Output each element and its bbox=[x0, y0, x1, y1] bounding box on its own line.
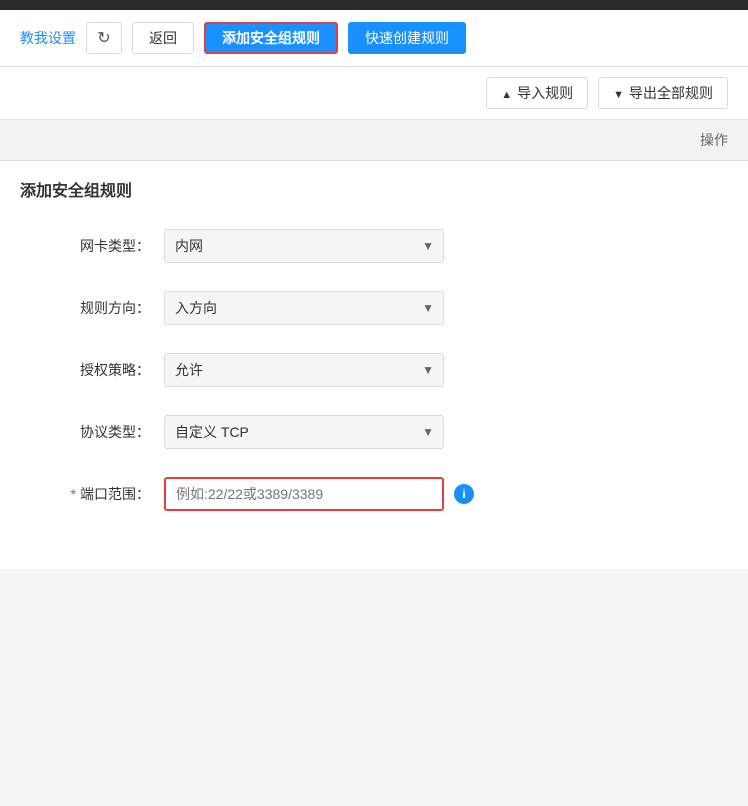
operation-column: 操作 bbox=[700, 130, 728, 150]
nic-type-select-wrapper: 内网 外网 ▼ bbox=[164, 229, 444, 263]
teach-link[interactable]: 教我设置 bbox=[20, 28, 76, 48]
auth-policy-row: 授权策略： 允许 拒绝 ▼ bbox=[20, 353, 728, 387]
protocol-type-select-wrapper: 自定义 TCP 自定义 UDP 全部 SSH(22) HTTP(80) HTTP… bbox=[164, 415, 444, 449]
import-rule-button[interactable]: 导入规则 bbox=[486, 77, 588, 109]
section-title: 添加安全组规则 bbox=[0, 161, 748, 209]
export-label: 导出全部规则 bbox=[629, 83, 713, 103]
rule-direction-row: 规则方向： 入方向 出方向 ▼ bbox=[20, 291, 728, 325]
port-range-row: 端口范围： i bbox=[20, 477, 728, 511]
export-rule-button[interactable]: 导出全部规则 bbox=[598, 77, 728, 109]
auth-policy-select-wrapper: 允许 拒绝 ▼ bbox=[164, 353, 444, 387]
import-icon bbox=[501, 85, 512, 101]
protocol-type-row: 协议类型： 自定义 TCP 自定义 UDP 全部 SSH(22) HTTP(80… bbox=[20, 415, 728, 449]
auth-policy-select[interactable]: 允许 拒绝 bbox=[164, 353, 444, 387]
protocol-type-select[interactable]: 自定义 TCP 自定义 UDP 全部 SSH(22) HTTP(80) HTTP… bbox=[164, 415, 444, 449]
sub-toolbar: 导入规则 导出全部规则 bbox=[0, 67, 748, 120]
back-button[interactable]: 返回 bbox=[132, 22, 194, 54]
auth-policy-label: 授权策略： bbox=[60, 360, 150, 380]
refresh-icon: ↻ bbox=[97, 28, 110, 48]
refresh-button[interactable]: ↻ bbox=[86, 22, 122, 54]
import-label: 导入规则 bbox=[517, 83, 573, 103]
export-icon bbox=[613, 85, 624, 101]
rule-direction-select[interactable]: 入方向 出方向 bbox=[164, 291, 444, 325]
info-icon-label: i bbox=[462, 487, 465, 501]
quick-create-button[interactable]: 快速创建规则 bbox=[348, 22, 466, 54]
port-range-input[interactable] bbox=[164, 477, 444, 511]
form-container: 网卡类型： 内网 外网 ▼ 规则方向： 入方向 出方向 ▼ 授权策略： 允许 拒… bbox=[0, 209, 748, 569]
table-header: 操作 bbox=[0, 120, 748, 161]
top-bar bbox=[0, 0, 748, 10]
protocol-type-label: 协议类型： bbox=[60, 422, 150, 442]
rule-direction-select-wrapper: 入方向 出方向 ▼ bbox=[164, 291, 444, 325]
nic-type-row: 网卡类型： 内网 外网 ▼ bbox=[20, 229, 728, 263]
rule-direction-label: 规则方向： bbox=[60, 298, 150, 318]
add-rule-button[interactable]: 添加安全组规则 bbox=[204, 22, 338, 54]
port-range-label: 端口范围： bbox=[60, 484, 150, 504]
nic-type-label: 网卡类型： bbox=[60, 236, 150, 256]
info-icon[interactable]: i bbox=[454, 484, 474, 504]
toolbar: 教我设置 ↻ 返回 添加安全组规则 快速创建规则 bbox=[0, 10, 748, 67]
nic-type-select[interactable]: 内网 外网 bbox=[164, 229, 444, 263]
